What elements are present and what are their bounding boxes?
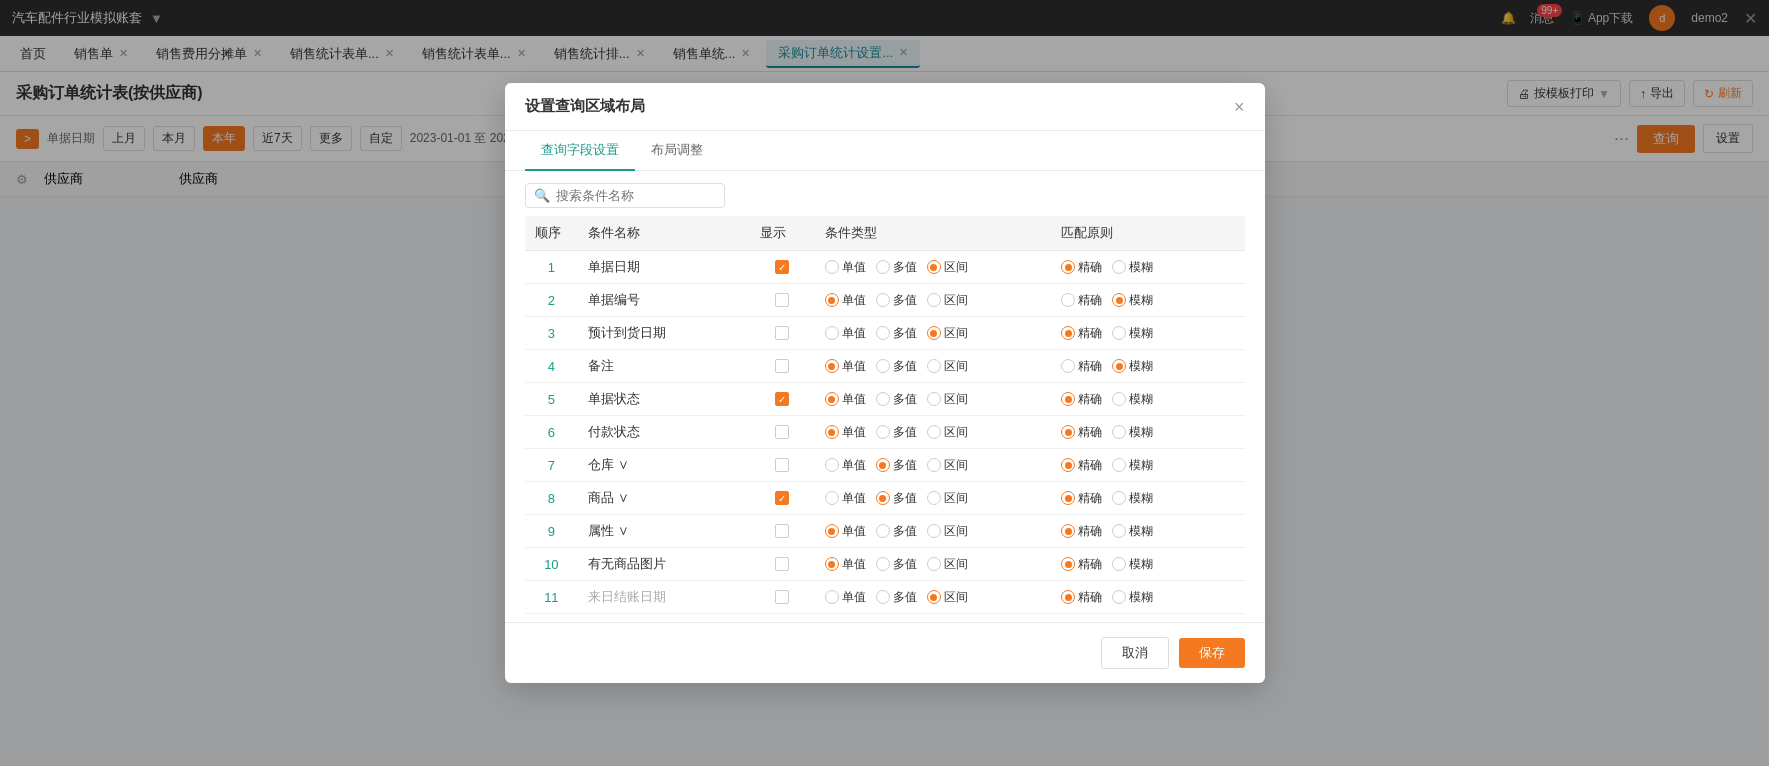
search-input-wrap: 🔍	[525, 183, 725, 197]
search-icon: 🔍	[534, 188, 550, 197]
overlay: 设置查询区域布局 × 查询字段设置 布局调整 🔍 顺序	[0, 0, 1769, 197]
modal-title: 设置查询区域布局	[525, 97, 645, 116]
modal-close-button[interactable]: ×	[1234, 98, 1245, 116]
modal-dialog: 设置查询区域布局 × 查询字段设置 布局调整 🔍 顺序	[505, 83, 1265, 197]
modal-tabs: 查询字段设置 布局调整	[505, 131, 1265, 171]
tab-field-settings[interactable]: 查询字段设置	[525, 131, 635, 171]
search-area: 🔍	[505, 171, 1265, 197]
search-input[interactable]	[556, 188, 716, 197]
modal-header: 设置查询区域布局 ×	[505, 83, 1265, 131]
tab-layout-adjust[interactable]: 布局调整	[635, 131, 719, 171]
